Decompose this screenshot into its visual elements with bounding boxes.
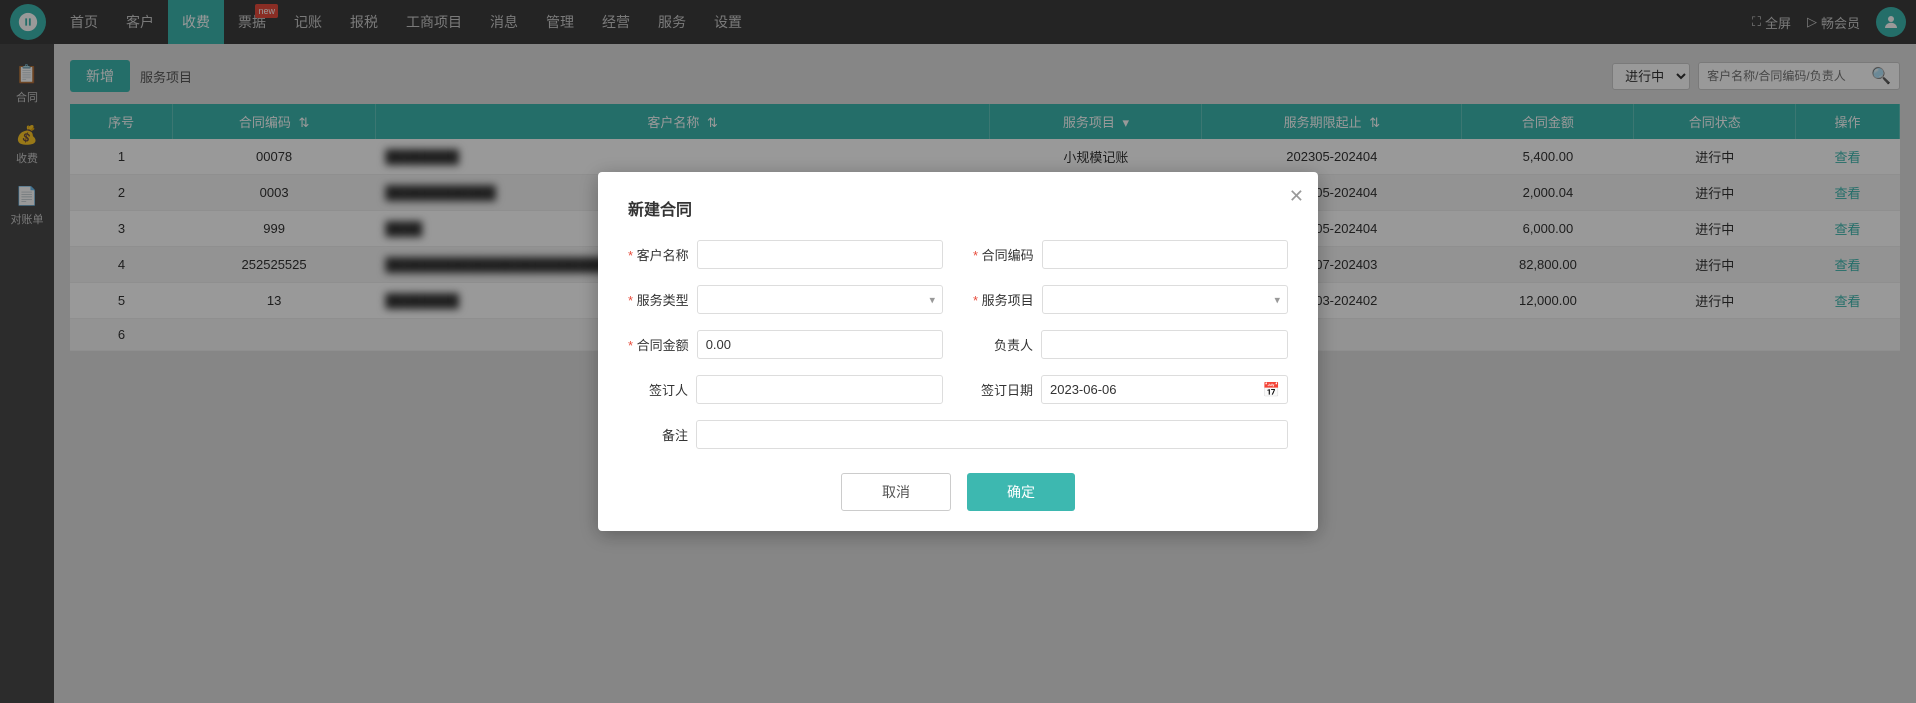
contract-no-row: 合同编码	[973, 240, 1288, 269]
close-icon[interactable]: ✕	[1289, 186, 1304, 207]
modal-overlay: 新建合同 ✕ 客户名称 合同编码 服务类型 ▾	[0, 0, 1916, 703]
new-contract-modal: 新建合同 ✕ 客户名称 合同编码 服务类型 ▾	[598, 172, 1318, 531]
amount-row: 合同金额	[628, 330, 943, 359]
customer-name-label: 客户名称	[628, 245, 689, 264]
modal-footer: 取消 确定	[628, 473, 1288, 511]
calendar-icon[interactable]: 📅	[1263, 381, 1280, 398]
service-type-select[interactable]	[697, 285, 943, 314]
service-item-row: 服务项目 ▾	[973, 285, 1288, 314]
modal-title: 新建合同	[628, 196, 1288, 220]
customer-name-input[interactable]	[697, 240, 943, 269]
responsible-row: 负责人	[973, 330, 1288, 359]
confirm-button[interactable]: 确定	[967, 473, 1075, 511]
sign-date-wrap: 📅	[1041, 375, 1288, 404]
contract-no-input[interactable]	[1042, 240, 1288, 269]
signer-label: 签订人	[628, 380, 688, 399]
sign-date-label: 签订日期	[973, 380, 1033, 399]
sign-date-row: 签订日期 📅	[973, 375, 1288, 404]
cancel-button[interactable]: 取消	[841, 473, 951, 511]
contract-no-label: 合同编码	[973, 245, 1034, 264]
signer-input[interactable]	[696, 375, 943, 404]
amount-label: 合同金额	[628, 335, 689, 354]
service-item-select-wrap: ▾	[1042, 285, 1288, 314]
remark-label: 备注	[628, 425, 688, 444]
service-item-label: 服务项目	[973, 290, 1034, 309]
remark-input[interactable]	[696, 420, 1288, 449]
signer-row: 签订人	[628, 375, 943, 404]
sign-date-input[interactable]	[1041, 375, 1288, 404]
responsible-input[interactable]	[1041, 330, 1288, 359]
service-type-label: 服务类型	[628, 290, 689, 309]
responsible-label: 负责人	[973, 335, 1033, 354]
service-type-select-wrap: ▾	[697, 285, 943, 314]
remark-row: 备注	[628, 420, 1288, 449]
form-grid: 客户名称 合同编码 服务类型 ▾ 服务项目	[628, 240, 1288, 449]
service-type-row: 服务类型 ▾	[628, 285, 943, 314]
service-item-select[interactable]	[1042, 285, 1288, 314]
amount-input[interactable]	[697, 330, 943, 359]
customer-name-row: 客户名称	[628, 240, 943, 269]
